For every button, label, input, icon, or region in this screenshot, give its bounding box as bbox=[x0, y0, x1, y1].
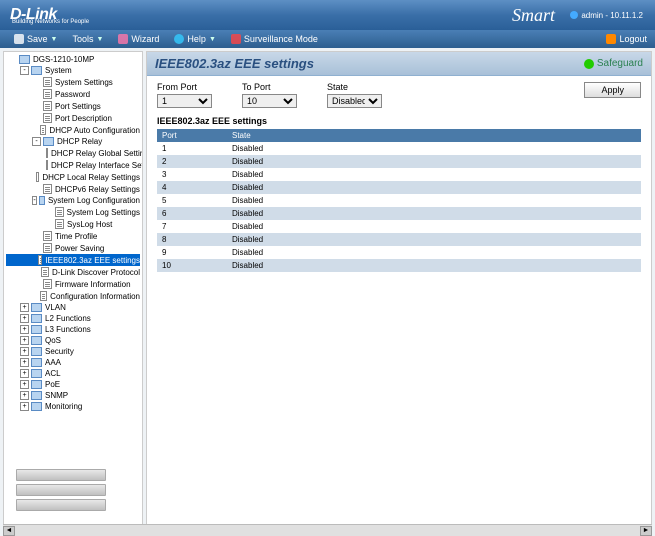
tree-item-25[interactable]: +AAA bbox=[6, 357, 140, 368]
tree-item-21[interactable]: +L2 Functions bbox=[6, 313, 140, 324]
tools-menu[interactable]: Tools▼ bbox=[66, 32, 109, 46]
tree-device[interactable]: DGS-1210-10MP bbox=[6, 54, 140, 65]
wizard-button[interactable]: Wizard bbox=[112, 32, 165, 46]
chevron-down-icon: ▼ bbox=[96, 36, 103, 43]
tree-item-24[interactable]: +Security bbox=[6, 346, 140, 357]
to-port-label: To Port bbox=[242, 82, 297, 92]
brand-tagline: Building Networks for People bbox=[12, 19, 89, 25]
table-row: 9Disabled bbox=[157, 246, 641, 259]
logout-icon bbox=[606, 34, 616, 44]
tree-item-15[interactable]: Power Saving bbox=[6, 242, 140, 254]
smart-logo: Smart bbox=[512, 5, 555, 26]
from-port-label: From Port bbox=[157, 82, 212, 92]
table-row: 3Disabled bbox=[157, 168, 641, 181]
help-icon bbox=[174, 34, 184, 44]
surveillance-button[interactable]: Surveillance Mode bbox=[225, 32, 324, 46]
tree-item-22[interactable]: +L3 Functions bbox=[6, 324, 140, 335]
tree-item-26[interactable]: +ACL bbox=[6, 368, 140, 379]
port-state-table: Port State 1Disabled2Disabled3Disabled4D… bbox=[157, 129, 641, 272]
state-label: State bbox=[327, 82, 382, 92]
table-row: 7Disabled bbox=[157, 220, 641, 233]
tree-item-3[interactable]: Port Settings bbox=[6, 100, 140, 112]
chevron-down-icon: ▼ bbox=[209, 36, 216, 43]
chevron-down-icon: ▼ bbox=[51, 36, 58, 43]
main-panel: IEEE802.3az EEE settings Safeguard From … bbox=[146, 51, 652, 533]
from-port-select[interactable]: 1 bbox=[157, 94, 212, 108]
save-icon bbox=[14, 34, 24, 44]
col-port: Port bbox=[157, 129, 227, 142]
table-row: 2Disabled bbox=[157, 155, 641, 168]
tree-item-5[interactable]: DHCP Auto Configuration bbox=[6, 124, 140, 136]
state-select[interactable]: Disabled bbox=[327, 94, 382, 108]
user-info: admin - 10.11.1.2 bbox=[570, 11, 643, 20]
tree-item-9[interactable]: DHCP Local Relay Settings bbox=[6, 171, 140, 183]
app-header: D-Link Building Networks for People Smar… bbox=[0, 0, 655, 30]
tree-item-29[interactable]: +Monitoring bbox=[6, 401, 140, 412]
tree-item-7[interactable]: DHCP Relay Global Setting bbox=[6, 147, 140, 159]
table-row: 4Disabled bbox=[157, 181, 641, 194]
tree-item-10[interactable]: DHCPv6 Relay Settings bbox=[6, 183, 140, 195]
to-port-select[interactable]: 10 bbox=[242, 94, 297, 108]
device-image bbox=[16, 469, 106, 524]
tree-item-8[interactable]: DHCP Relay Interface Sett bbox=[6, 159, 140, 171]
tree-item-19[interactable]: Configuration Information bbox=[6, 290, 140, 302]
table-row: 10Disabled bbox=[157, 259, 641, 272]
tree-item-0[interactable]: -System bbox=[6, 65, 140, 76]
table-row: 8Disabled bbox=[157, 233, 641, 246]
col-state: State bbox=[227, 129, 641, 142]
scroll-right-icon[interactable]: ► bbox=[640, 526, 652, 536]
scroll-left-icon[interactable]: ◄ bbox=[3, 526, 15, 536]
surveillance-icon bbox=[231, 34, 241, 44]
tree-item-13[interactable]: SysLog Host bbox=[6, 218, 140, 230]
table-row: 1Disabled bbox=[157, 142, 641, 155]
wizard-icon bbox=[118, 34, 128, 44]
tree-item-1[interactable]: System Settings bbox=[6, 76, 140, 88]
tree-item-28[interactable]: +SNMP bbox=[6, 390, 140, 401]
tree-item-18[interactable]: Firmware Information bbox=[6, 278, 140, 290]
tree-item-6[interactable]: -DHCP Relay bbox=[6, 136, 140, 147]
horizontal-scrollbar[interactable]: ◄ ► bbox=[3, 524, 652, 536]
table-row: 6Disabled bbox=[157, 207, 641, 220]
tree-item-12[interactable]: System Log Settings bbox=[6, 206, 140, 218]
table-row: 5Disabled bbox=[157, 194, 641, 207]
table-title: IEEE802.3az EEE settings bbox=[157, 116, 641, 126]
help-menu[interactable]: Help▼ bbox=[168, 32, 221, 46]
nav-sidebar: DGS-1210-10MP-SystemSystem SettingsPassw… bbox=[3, 51, 143, 533]
tree-item-23[interactable]: +QoS bbox=[6, 335, 140, 346]
apply-button[interactable]: Apply bbox=[584, 82, 641, 98]
safeguard-badge: Safeguard bbox=[584, 58, 643, 69]
tree-item-2[interactable]: Password bbox=[6, 88, 140, 100]
save-menu[interactable]: Save▼ bbox=[8, 32, 63, 46]
tree-item-27[interactable]: +PoE bbox=[6, 379, 140, 390]
toolbar: Save▼ Tools▼ Wizard Help▼ Surveillance M… bbox=[0, 30, 655, 48]
tree-item-20[interactable]: +VLAN bbox=[6, 302, 140, 313]
page-title-bar: IEEE802.3az EEE settings Safeguard bbox=[147, 52, 651, 76]
page-title: IEEE802.3az EEE settings bbox=[155, 56, 314, 71]
tree-item-11[interactable]: -System Log Configuration bbox=[6, 195, 140, 206]
tree-item-16[interactable]: IEEE802.3az EEE settings bbox=[6, 254, 140, 266]
tree-item-4[interactable]: Port Description bbox=[6, 112, 140, 124]
tree-item-17[interactable]: D-Link Discover Protocol bbox=[6, 266, 140, 278]
logout-button[interactable]: Logout bbox=[606, 34, 647, 44]
tree-item-14[interactable]: Time Profile bbox=[6, 230, 140, 242]
